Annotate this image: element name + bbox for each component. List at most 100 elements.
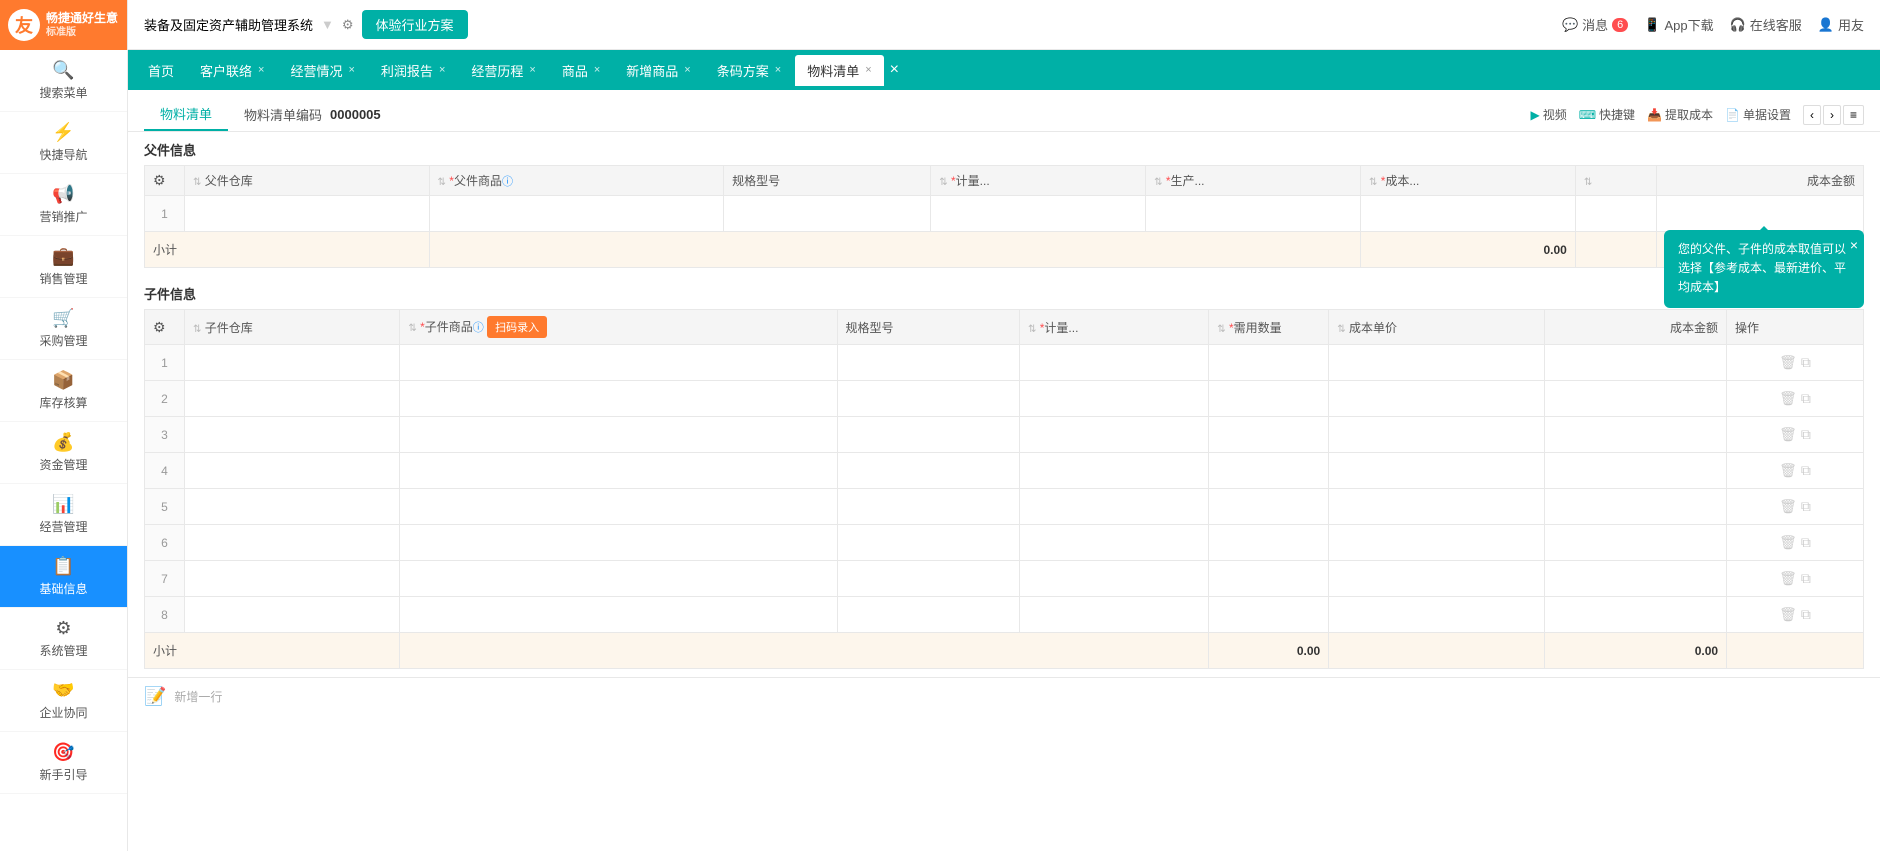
- nav-tab-profit[interactable]: 利润报告 ×: [369, 55, 457, 86]
- copy-icon[interactable]: ⧉: [1801, 462, 1811, 479]
- delete-icon[interactable]: 🗑: [1779, 390, 1797, 407]
- tab-close-icon[interactable]: ×: [684, 64, 690, 76]
- download-icon: 📱: [1644, 17, 1660, 33]
- child-table-row: 6 🗑⧉: [145, 525, 1864, 561]
- delete-icon[interactable]: 🗑: [1779, 606, 1797, 623]
- sort-icon[interactable]: ⇅: [1337, 324, 1345, 335]
- child-spec-cell[interactable]: [837, 345, 1019, 381]
- sidebar-item-system[interactable]: ⚙ 系统管理: [0, 608, 127, 670]
- sidebar-item-search[interactable]: 🔍 搜索菜单: [0, 50, 127, 112]
- sidebar-item-guide[interactable]: 🎯 新手引导: [0, 732, 127, 794]
- settings-icon[interactable]: ⚙: [342, 17, 354, 33]
- delete-icon[interactable]: 🗑: [1779, 462, 1797, 479]
- sidebar-item-label: 库存核算: [39, 394, 87, 411]
- user-btn[interactable]: 👤 用友: [1818, 15, 1864, 34]
- tab-close-icon[interactable]: ×: [439, 64, 445, 76]
- nav-tab-products[interactable]: 商品 ×: [550, 55, 612, 86]
- sort-icon[interactable]: ⇅: [1154, 177, 1162, 188]
- message-btn[interactable]: 💬 消息 6: [1562, 15, 1628, 34]
- prev-page-btn[interactable]: ‹: [1803, 105, 1821, 125]
- child-warehouse-cell[interactable]: [185, 345, 400, 381]
- child-th-amount: 成本金额: [1544, 310, 1726, 345]
- extract-cost-btn[interactable]: 📥 提取成本: [1647, 106, 1713, 123]
- tab-close-icon[interactable]: ×: [865, 64, 871, 76]
- child-table-row: 1 🗑⧉: [145, 345, 1864, 381]
- tab-close-icon[interactable]: ×: [775, 64, 781, 76]
- sidebar-item-basic-info[interactable]: 📋 基础信息: [0, 546, 127, 608]
- nav-tab-customer[interactable]: 客户联络 ×: [188, 55, 276, 86]
- tab-close-icon[interactable]: ×: [348, 64, 354, 76]
- sidebar-item-marketing[interactable]: 📢 营销推广: [0, 174, 127, 236]
- sort-icon[interactable]: ⇅: [438, 177, 446, 188]
- sort-icon[interactable]: ⇅: [939, 177, 947, 188]
- sidebar-item-quicknav[interactable]: ⚡ 快捷导航: [0, 112, 127, 174]
- nav-tab-bom[interactable]: 物料清单 ×: [795, 55, 883, 86]
- copy-icon[interactable]: ⧉: [1801, 498, 1811, 515]
- app-download-btn[interactable]: 📱 App下载: [1644, 15, 1713, 34]
- sort-icon[interactable]: ⇅: [1369, 177, 1377, 188]
- child-th-settings[interactable]: ⚙: [145, 310, 185, 345]
- parent-product-cell[interactable]: [429, 196, 724, 232]
- delete-icon[interactable]: 🗑: [1779, 354, 1797, 371]
- tooltip-close-btn[interactable]: ×: [1850, 234, 1858, 256]
- delete-icon[interactable]: 🗑: [1779, 570, 1797, 587]
- child-unit-cell[interactable]: [1020, 345, 1209, 381]
- sidebar-item-finance[interactable]: 💰 资金管理: [0, 422, 127, 484]
- copy-icon[interactable]: ⧉: [1801, 390, 1811, 407]
- copy-icon[interactable]: ⧉: [1801, 606, 1811, 623]
- copy-icon[interactable]: ⧉: [1801, 534, 1811, 551]
- row-number: 7: [145, 561, 185, 597]
- sidebar-item-collab[interactable]: 🤝 企业协同: [0, 670, 127, 732]
- shortcut-btn[interactable]: ⌨ 快捷键: [1579, 106, 1635, 123]
- child-qty-cell[interactable]: [1209, 345, 1329, 381]
- parent-cost-cell[interactable]: [1360, 196, 1575, 232]
- parent-warehouse-cell[interactable]: [185, 196, 430, 232]
- delete-icon[interactable]: 🗑: [1779, 426, 1797, 443]
- parent-unit-cell[interactable]: [931, 196, 1146, 232]
- nav-tab-barcode[interactable]: 条码方案 ×: [705, 55, 793, 86]
- sort-icon[interactable]: ⇅: [1217, 324, 1225, 335]
- next-page-btn[interactable]: ›: [1823, 105, 1841, 125]
- sidebar-item-sales[interactable]: 💼 销售管理: [0, 236, 127, 298]
- sort-icon[interactable]: ⇅: [193, 324, 201, 335]
- child-product-cell[interactable]: [400, 345, 837, 381]
- inventory-icon: 📦: [52, 370, 74, 391]
- delete-icon[interactable]: 🗑: [1779, 498, 1797, 515]
- quicknav-icon: ⚡: [52, 122, 74, 143]
- close-all-tabs-icon[interactable]: ×: [890, 61, 899, 79]
- copy-icon[interactable]: ⧉: [1801, 426, 1811, 443]
- copy-icon[interactable]: ⧉: [1801, 354, 1811, 371]
- sidebar-item-purchase[interactable]: 🛒 采购管理: [0, 298, 127, 360]
- nav-tab-operations[interactable]: 经营情况 ×: [278, 55, 366, 86]
- parent-spec-cell[interactable]: [724, 196, 931, 232]
- child-unit-cost-cell[interactable]: [1329, 345, 1544, 381]
- sidebar-item-inventory[interactable]: 📦 库存核算: [0, 360, 127, 422]
- nav-tab-label: 条码方案: [717, 61, 769, 80]
- scan-input-btn[interactable]: 扫码录入: [487, 316, 547, 338]
- nav-tab-history[interactable]: 经营历程 ×: [459, 55, 547, 86]
- parent-production-cell[interactable]: [1146, 196, 1361, 232]
- pagination-controls: ‹ › ≡: [1803, 105, 1864, 125]
- add-row-icon[interactable]: 📝: [144, 686, 166, 707]
- trial-btn[interactable]: 体验行业方案: [362, 10, 468, 39]
- tab-close-icon[interactable]: ×: [594, 64, 600, 76]
- sidebar-item-label: 基础信息: [39, 580, 87, 597]
- logo-icon: 友: [8, 9, 40, 41]
- sidebar-item-operations[interactable]: 📊 经营管理: [0, 484, 127, 546]
- delete-icon[interactable]: 🗑: [1779, 534, 1797, 551]
- online-service-btn[interactable]: 🎧 在线客服: [1730, 15, 1802, 34]
- sub-tab-bom-list[interactable]: 物料清单: [144, 98, 228, 131]
- parent-th-settings[interactable]: ⚙: [145, 166, 185, 196]
- copy-icon[interactable]: ⧉: [1801, 570, 1811, 587]
- nav-tab-home[interactable]: 首页: [136, 55, 186, 86]
- sort-icon[interactable]: ⇅: [1028, 324, 1036, 335]
- single-settings-btn[interactable]: 📄 单据设置: [1725, 106, 1791, 123]
- sort-icon[interactable]: ⇅: [408, 323, 416, 334]
- nav-tabs: 首页 客户联络 × 经营情况 × 利润报告 × 经营历程 × 商品 × 新增商品…: [128, 50, 1880, 90]
- view-video-btn[interactable]: ▶ 视频: [1530, 106, 1566, 123]
- tab-close-icon[interactable]: ×: [529, 64, 535, 76]
- tab-close-icon[interactable]: ×: [258, 64, 264, 76]
- nav-tab-new-product[interactable]: 新增商品 ×: [614, 55, 702, 86]
- list-view-btn[interactable]: ≡: [1843, 105, 1864, 125]
- sort-icon[interactable]: ⇅: [193, 177, 201, 188]
